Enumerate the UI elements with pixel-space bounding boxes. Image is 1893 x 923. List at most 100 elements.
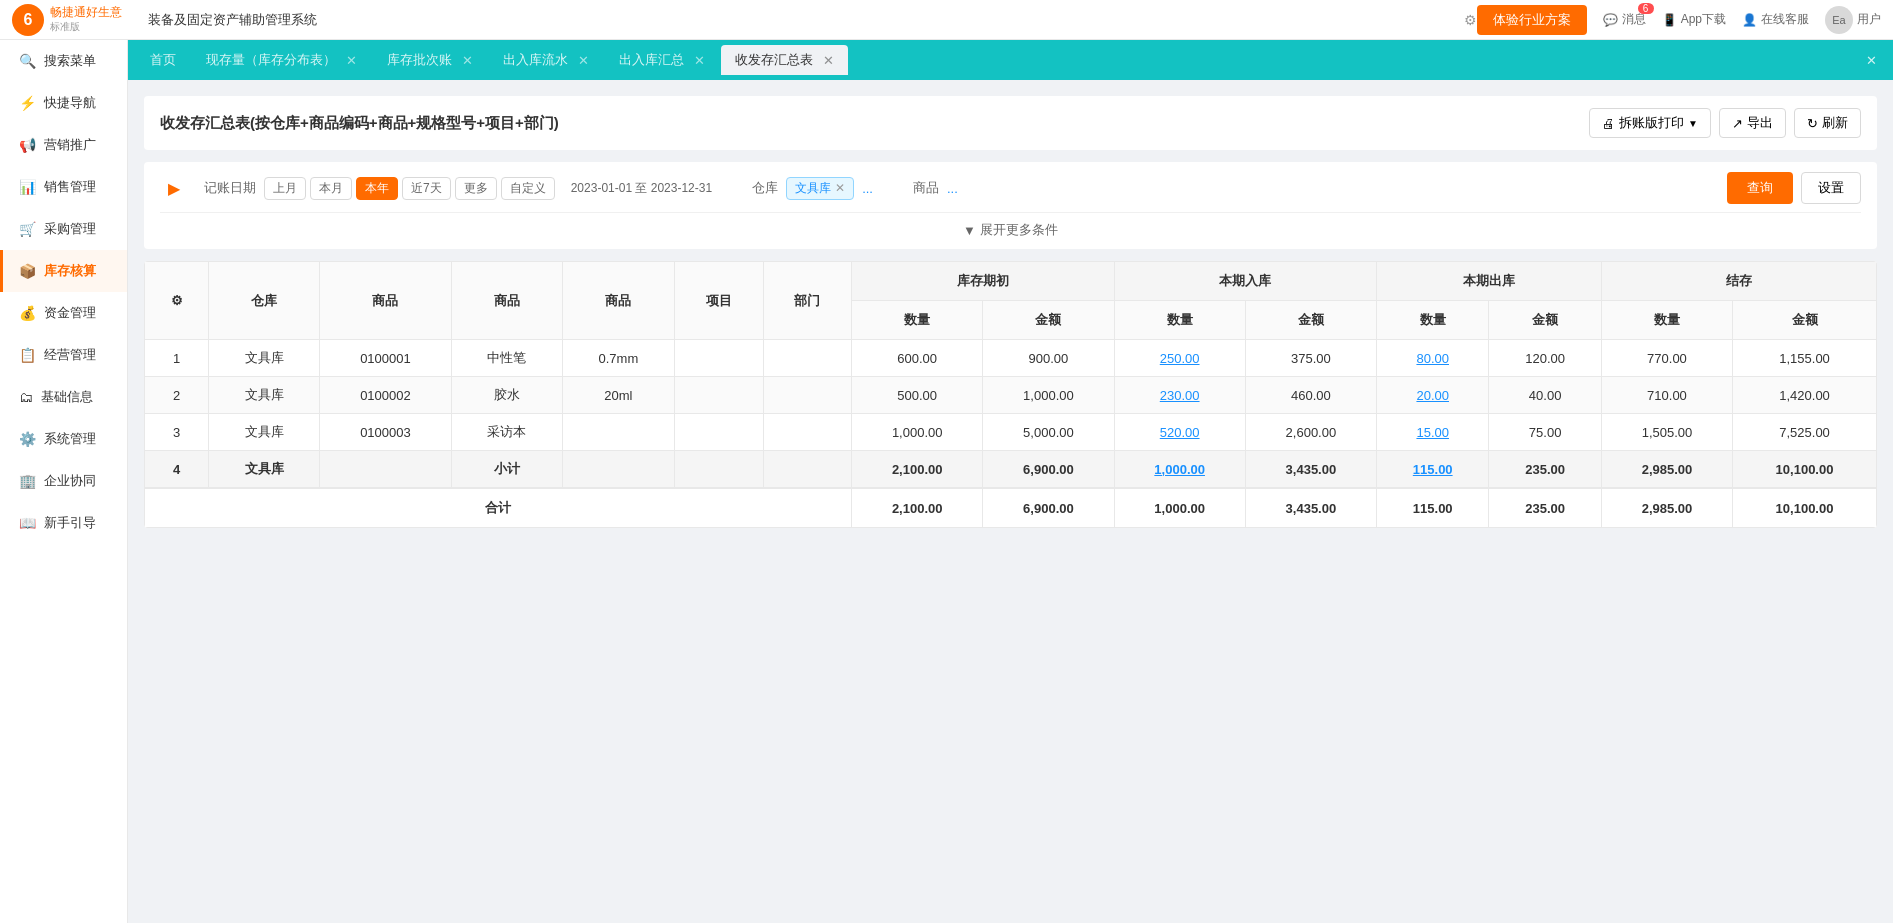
system-settings-icon[interactable]: ⚙	[1464, 12, 1477, 28]
footer-outbound-amt: 235.00	[1489, 488, 1601, 528]
col-closing-qty: 数量	[1601, 301, 1732, 340]
row-goods-name: 采访本	[451, 414, 562, 451]
print-icon: 🖨	[1602, 116, 1615, 131]
sidebar: 🔍 搜索菜单 ⚡ 快捷导航 📢 营销推广 📊 销售管理 🛒 采购管理 📦	[0, 40, 128, 923]
app-download-item[interactable]: 📱 App下载	[1662, 11, 1726, 28]
sidebar-item-operations[interactable]: 📋 经营管理	[0, 334, 127, 376]
footer-outbound-qty: 115.00	[1377, 488, 1489, 528]
tab-home[interactable]: 首页	[136, 45, 190, 75]
row-inbound-amt: 2,600.00	[1245, 414, 1376, 451]
row-goods-spec	[562, 414, 674, 451]
row-outbound-qty[interactable]: 15.00	[1377, 414, 1489, 451]
tab-inout-summary-close[interactable]: ✕	[694, 53, 705, 68]
expand-arrow[interactable]: ▶	[160, 175, 188, 202]
row-project	[675, 451, 764, 489]
warehouse-filter: 仓库 文具库 ✕ ...	[752, 177, 873, 200]
query-actions: 查询 设置	[1727, 172, 1861, 204]
sidebar-item-sales[interactable]: 📊 销售管理	[0, 166, 127, 208]
date-btn-last-month[interactable]: 上月	[264, 177, 306, 200]
sidebar-item-finance[interactable]: 💰 资金管理	[0, 292, 127, 334]
user-item[interactable]: Ea 用户	[1825, 6, 1881, 34]
main-table: ⚙ 仓库 商品 商品 商品 项目 部门 库存期初 本期入库 本期出库	[144, 261, 1877, 528]
tab-receive-summary-close[interactable]: ✕	[823, 53, 834, 68]
tab-batch-ledger-label: 库存批次账	[387, 51, 452, 69]
export-btn[interactable]: ↗ 导出	[1719, 108, 1786, 138]
row-inbound-qty[interactable]: 520.00	[1114, 414, 1245, 451]
sidebar-label-finance: 资金管理	[44, 304, 96, 322]
finance-icon: 💰	[19, 305, 36, 321]
settings-btn[interactable]: 设置	[1801, 172, 1861, 204]
try-btn[interactable]: 体验行业方案	[1477, 5, 1587, 35]
tab-inventory-dist-close[interactable]: ✕	[346, 53, 357, 68]
online-service-item[interactable]: 👤 在线客服	[1742, 11, 1809, 28]
refresh-btn[interactable]: ↻ 刷新	[1794, 108, 1861, 138]
print-btn[interactable]: 🖨 拆账版打印 ▼	[1589, 108, 1711, 138]
col-opening-amt: 金额	[983, 301, 1114, 340]
sidebar-item-system[interactable]: ⚙️ 系统管理	[0, 418, 127, 460]
row-inbound-amt: 3,435.00	[1245, 451, 1376, 489]
row-project	[675, 340, 764, 377]
query-btn[interactable]: 查询	[1727, 172, 1793, 204]
footer-opening-amt: 6,900.00	[983, 488, 1114, 528]
message-item[interactable]: 💬 消息 6	[1603, 11, 1646, 28]
col-outbound-group: 本期出库	[1377, 262, 1602, 301]
date-filter: 记账日期 上月 本月 本年 近7天 更多 自定义 2023-01-01 至 20…	[204, 177, 712, 200]
sidebar-item-purchase[interactable]: 🛒 采购管理	[0, 208, 127, 250]
row-department	[763, 451, 852, 489]
row-outbound-qty[interactable]: 115.00	[1377, 451, 1489, 489]
table-settings-icon[interactable]: ⚙	[171, 293, 183, 308]
sidebar-item-marketing[interactable]: 📢 营销推广	[0, 124, 127, 166]
col-warehouse: 仓库	[209, 262, 320, 340]
expand-more-btn[interactable]: ▼ 展开更多条件	[160, 212, 1861, 239]
row-warehouse: 文具库	[209, 414, 320, 451]
date-btn-7days[interactable]: 近7天	[402, 177, 451, 200]
tab-home-label: 首页	[150, 51, 176, 69]
sidebar-item-inventory[interactable]: 📦 库存核算	[0, 250, 127, 292]
tab-inout-summary[interactable]: 出入库汇总 ✕	[605, 45, 719, 75]
guide-icon: 📖	[19, 515, 36, 531]
row-outbound-qty[interactable]: 20.00	[1377, 377, 1489, 414]
row-inbound-qty[interactable]: 250.00	[1114, 340, 1245, 377]
date-range: 2023-01-01 至 2023-12-31	[571, 180, 712, 197]
col-settings[interactable]: ⚙	[145, 262, 209, 340]
row-goods-code: 0100002	[320, 377, 451, 414]
col-outbound-amt: 金额	[1489, 301, 1601, 340]
date-btn-this-month[interactable]: 本月	[310, 177, 352, 200]
tab-inout-flow[interactable]: 出入库流水 ✕	[489, 45, 603, 75]
sidebar-item-enterprise[interactable]: 🏢 企业协同	[0, 460, 127, 502]
tab-batch-ledger[interactable]: 库存批次账 ✕	[373, 45, 487, 75]
sidebar-label-search: 搜索菜单	[44, 52, 96, 70]
sidebar-item-basic-info[interactable]: 🗂 基础信息	[0, 376, 127, 418]
tab-inventory-dist[interactable]: 现存量（库存分布表） ✕	[192, 45, 371, 75]
footer-closing-amt: 10,100.00	[1733, 488, 1877, 528]
row-goods-spec	[562, 451, 674, 489]
sidebar-item-search[interactable]: 🔍 搜索菜单	[0, 40, 127, 82]
row-opening-qty: 500.00	[852, 377, 983, 414]
row-outbound-amt: 120.00	[1489, 340, 1601, 377]
logo-text: 畅捷通好生意	[50, 5, 122, 21]
date-btn-this-year[interactable]: 本年	[356, 177, 398, 200]
row-opening-amt: 6,900.00	[983, 451, 1114, 489]
sidebar-label-purchase: 采购管理	[44, 220, 96, 238]
tab-batch-ledger-close[interactable]: ✕	[462, 53, 473, 68]
row-inbound-qty[interactable]: 230.00	[1114, 377, 1245, 414]
sidebar-item-quick-nav[interactable]: ⚡ 快捷导航	[0, 82, 127, 124]
footer-inbound-amt: 3,435.00	[1245, 488, 1376, 528]
row-inbound-qty[interactable]: 1,000.00	[1114, 451, 1245, 489]
row-department	[763, 414, 852, 451]
sidebar-item-guide[interactable]: 📖 新手引导	[0, 502, 127, 544]
date-btn-more[interactable]: 更多	[455, 177, 497, 200]
tab-receive-summary[interactable]: 收发存汇总表 ✕	[721, 45, 848, 75]
export-icon: ↗	[1732, 116, 1743, 131]
row-outbound-qty[interactable]: 80.00	[1377, 340, 1489, 377]
row-goods-name: 中性笔	[451, 340, 562, 377]
page-content: 收发存汇总表(按仓库+商品编码+商品+规格型号+项目+部门) 🖨 拆账版打印 ▼…	[128, 80, 1893, 923]
warehouse-tag-close[interactable]: ✕	[835, 181, 845, 195]
tab-bar-close[interactable]: ✕	[1858, 53, 1885, 68]
date-btn-custom[interactable]: 自定义	[501, 177, 555, 200]
page-title: 收发存汇总表(按仓库+商品编码+商品+规格型号+项目+部门)	[160, 114, 559, 133]
warehouse-dots[interactable]: ...	[862, 181, 873, 196]
sales-icon: 📊	[19, 179, 36, 195]
tab-inout-flow-close[interactable]: ✕	[578, 53, 589, 68]
goods-dots[interactable]: ...	[947, 181, 958, 196]
